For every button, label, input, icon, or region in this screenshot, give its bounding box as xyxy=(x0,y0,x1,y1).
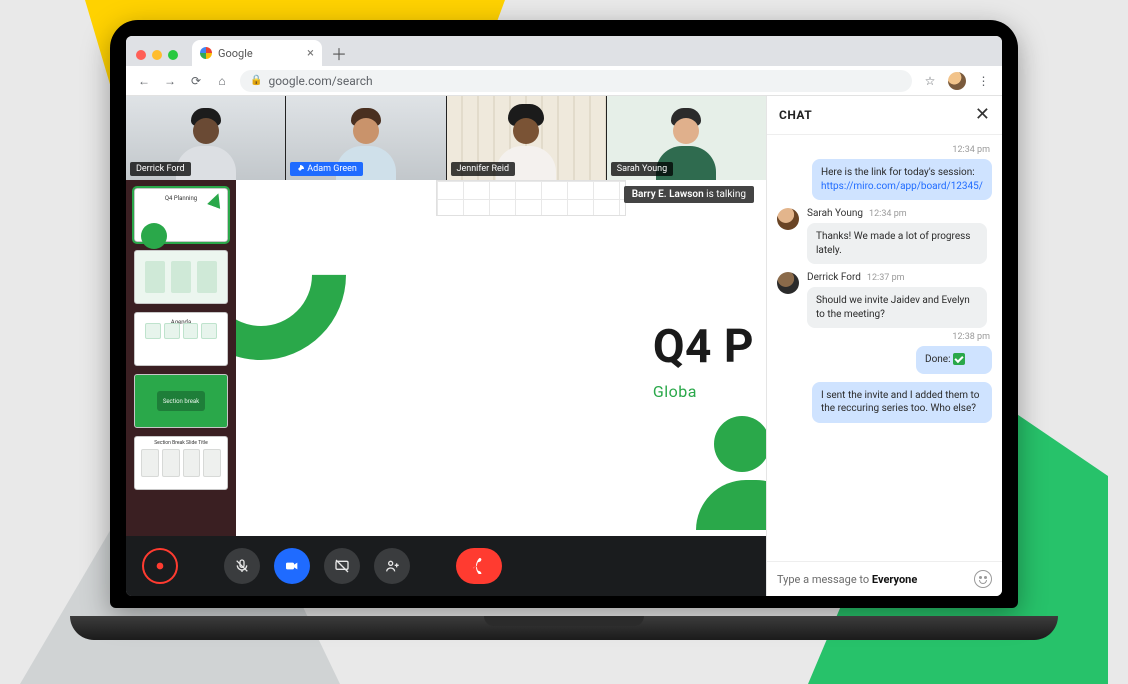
message-time: 12:34 pm xyxy=(779,145,990,155)
video-tile[interactable]: Adam Green xyxy=(286,96,446,180)
tab-close-icon[interactable]: × xyxy=(307,47,314,60)
url-text: google.com/search xyxy=(268,74,372,88)
chat-bubble: Thanks! We made a lot of progress lately… xyxy=(807,223,987,264)
canvas-grid xyxy=(436,180,626,216)
slide-thumb[interactable]: Section Break Slide Title xyxy=(134,436,228,490)
mute-button[interactable] xyxy=(224,548,260,584)
chat-input[interactable]: Type a message to Everyone xyxy=(767,561,1002,596)
camera-button[interactable] xyxy=(274,548,310,584)
bookmark-star-icon[interactable]: ☆ xyxy=(922,74,938,88)
nav-home-icon[interactable]: ⌂ xyxy=(214,74,230,88)
window-minimize-dot[interactable] xyxy=(152,50,162,60)
thumb-title: Section Break Slide Title xyxy=(135,440,227,446)
chat-input-placeholder: Type a message to Everyone xyxy=(777,573,966,586)
chat-avatar xyxy=(777,272,799,294)
laptop-mockup: Google × ＋ ← → ⟳ ⌂ 🔒 google.com/search ☆ xyxy=(70,20,1058,670)
browser-tab[interactable]: Google × xyxy=(192,40,322,66)
tab-title: Google xyxy=(218,47,253,60)
chat-scroll[interactable]: 12:34 pm Here is the link for today's se… xyxy=(767,135,1002,561)
slide-title: Q4 P xyxy=(653,320,754,374)
lock-icon: 🔒 xyxy=(250,75,262,86)
participant-name-speaking: Adam Green xyxy=(290,162,363,176)
check-emoji-icon xyxy=(953,353,965,365)
add-participant-button[interactable] xyxy=(374,548,410,584)
chat-message-mine: I sent the invite and I added them to th… xyxy=(812,382,992,423)
participant-name: Derrick Ford xyxy=(130,162,191,176)
address-bar[interactable]: 🔒 google.com/search xyxy=(240,70,912,92)
slide-decoration xyxy=(236,180,381,395)
window-close-dot[interactable] xyxy=(136,50,146,60)
video-tile[interactable]: Derrick Ford xyxy=(126,96,286,180)
slide-decoration xyxy=(714,416,766,472)
message-time: 12:38 pm xyxy=(779,332,990,342)
slide-thumb[interactable]: Section break xyxy=(134,374,228,428)
video-tile[interactable]: Jennifer Reid xyxy=(447,96,607,180)
profile-avatar[interactable] xyxy=(948,72,966,90)
browser-toolbar: ← → ⟳ ⌂ 🔒 google.com/search ☆ ⋮ xyxy=(126,66,1002,96)
slide-thumb[interactable]: Agenda xyxy=(134,312,228,366)
slide-thumb[interactable] xyxy=(134,250,228,304)
browser-menu-icon[interactable]: ⋮ xyxy=(976,74,992,88)
chat-bubble: Should we invite Jaidev and Evelyn to th… xyxy=(807,287,987,328)
end-call-button[interactable] xyxy=(456,548,502,584)
participant-video-strip: Derrick Ford Adam Green Jennifer Reid xyxy=(126,96,766,180)
chat-close-icon[interactable]: ✕ xyxy=(975,106,990,124)
record-button[interactable] xyxy=(142,548,178,584)
slide-subtitle: Globa xyxy=(653,382,754,401)
message-time: 12:37 pm xyxy=(867,273,905,283)
participant-name: Sarah Young xyxy=(611,162,673,176)
chat-link[interactable]: https://miro.com/app/board/12345/ xyxy=(821,181,983,192)
chat-message-mine: Here is the link for today's session: ht… xyxy=(812,159,992,200)
chat-header: CHAT xyxy=(779,108,812,122)
slide-thumbnail-rail[interactable]: Q4 Planning Agenda Section break xyxy=(126,180,236,536)
nav-reload-icon[interactable]: ⟳ xyxy=(188,74,204,88)
emoji-picker-icon[interactable] xyxy=(974,570,992,588)
window-controls[interactable] xyxy=(136,50,178,60)
talking-banner: Barry E. Lawson is talking xyxy=(624,186,754,203)
shared-screen: Barry E. Lawson is talking Q4 P Globa xyxy=(236,180,766,536)
browser-tabstrip: Google × ＋ xyxy=(126,36,1002,66)
chat-message-mine: Done: xyxy=(916,346,992,374)
nav-back-icon[interactable]: ← xyxy=(136,74,152,88)
nav-forward-icon[interactable]: → xyxy=(162,74,178,88)
window-zoom-dot[interactable] xyxy=(168,50,178,60)
chat-message: Sarah Young 12:34 pm Thanks! We made a lo… xyxy=(777,208,992,264)
call-control-bar xyxy=(126,536,766,596)
participant-name: Jennifer Reid xyxy=(451,162,516,176)
slide-decoration xyxy=(696,480,766,530)
chat-avatar xyxy=(777,208,799,230)
chat-panel: CHAT ✕ 12:34 pm Here is the link for tod… xyxy=(766,96,1002,596)
slide-thumb[interactable]: Q4 Planning xyxy=(134,188,228,242)
google-favicon xyxy=(200,47,212,59)
message-time: 12:34 pm xyxy=(869,209,907,219)
chat-author: Derrick Ford xyxy=(807,272,861,283)
new-tab-button[interactable]: ＋ xyxy=(328,42,350,64)
share-screen-button[interactable] xyxy=(324,548,360,584)
speaking-icon xyxy=(296,165,304,173)
video-tile[interactable]: Sarah Young xyxy=(607,96,766,180)
chat-message: Derrick Ford 12:37 pm Should we invite Ja… xyxy=(777,272,992,328)
chat-author: Sarah Young xyxy=(807,208,863,219)
thumb-title: Section break xyxy=(135,375,227,427)
